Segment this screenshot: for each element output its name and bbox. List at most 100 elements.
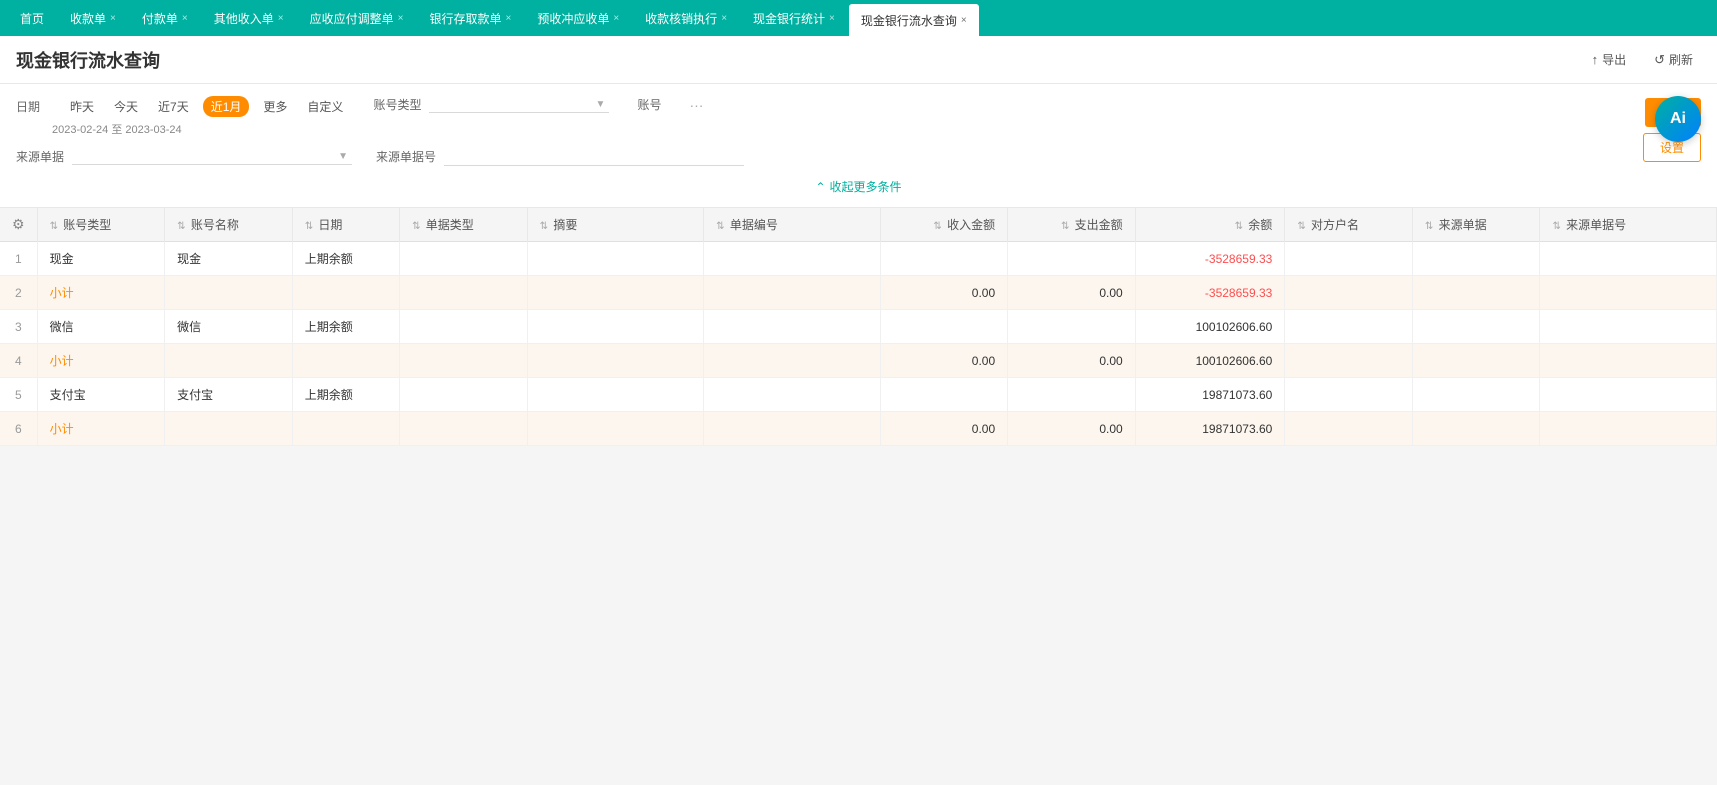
close-tab-5[interactable]: × xyxy=(613,13,619,24)
export-button[interactable]: ↑ 导出 xyxy=(1584,47,1635,72)
account-type-select[interactable]: ▼ xyxy=(429,97,609,113)
close-tab-0[interactable]: × xyxy=(110,13,116,24)
col-account-name[interactable]: ⇅ 账号名称 xyxy=(165,208,293,242)
cell-balance-1: -3528659.33 xyxy=(1135,276,1285,310)
date-btn-yesterday[interactable]: 昨天 xyxy=(64,96,100,117)
col-balance[interactable]: ⇅ 余额 xyxy=(1135,208,1285,242)
source-doc-select[interactable]: ▼ xyxy=(72,149,352,165)
col-counterparty[interactable]: ⇅ 对方户名 xyxy=(1285,208,1413,242)
account-dots[interactable]: ··· xyxy=(685,97,707,113)
cell-account-name-5 xyxy=(165,412,293,446)
table-row: 6 小计 0.00 0.00 19871073.60 xyxy=(0,412,1717,446)
nav-home[interactable]: 首页 xyxy=(8,10,56,27)
cell-account-name-1 xyxy=(165,276,293,310)
table-container: ⚙ ⇅ 账号类型 ⇅ 账号名称 ⇅ 日期 ⇅ 单据类型 xyxy=(0,208,1717,446)
refresh-icon: ↺ xyxy=(1654,52,1665,68)
date-btn-7days[interactable]: 近7天 xyxy=(152,96,195,117)
account-label: 账号 xyxy=(637,96,677,113)
account-type-label: 账号类型 xyxy=(373,96,421,113)
col-expense[interactable]: ⇅ 支出金额 xyxy=(1008,208,1136,242)
cell-num-3: 4 xyxy=(0,344,37,378)
column-settings-icon[interactable]: ⚙ xyxy=(12,216,25,232)
cell-doc-number-3 xyxy=(704,344,880,378)
sort-summary-icon: ⇅ xyxy=(540,221,548,232)
close-tab-4[interactable]: × xyxy=(505,13,511,24)
nav-tab-0[interactable]: 收款单 × xyxy=(58,4,128,32)
cell-summary-5 xyxy=(527,412,703,446)
col-account-type[interactable]: ⇅ 账号类型 xyxy=(37,208,165,242)
nav-tab-1[interactable]: 付款单 × xyxy=(130,4,200,32)
nav-tab-8[interactable]: 现金银行流水查询 × xyxy=(849,4,979,36)
close-tab-1[interactable]: × xyxy=(182,13,188,24)
col-source-doc-num[interactable]: ⇅ 来源单据号 xyxy=(1540,208,1717,242)
cell-date-1 xyxy=(292,276,399,310)
sort-income-icon: ⇅ xyxy=(933,221,941,232)
date-btn-more[interactable]: 更多 xyxy=(257,96,293,117)
cell-summary-3 xyxy=(527,344,703,378)
collapse-up-icon: ⌃ xyxy=(815,180,825,194)
cell-num-1: 2 xyxy=(0,276,37,310)
col-source-doc[interactable]: ⇅ 来源单据 xyxy=(1412,208,1540,242)
cell-doc-type-1 xyxy=(400,276,528,310)
cell-expense-0 xyxy=(1008,242,1136,276)
cell-doc-number-5 xyxy=(704,412,880,446)
cell-counterparty-1 xyxy=(1285,276,1413,310)
cell-counterparty-4 xyxy=(1285,378,1413,412)
cell-summary-2 xyxy=(527,310,703,344)
sort-doc-type-icon: ⇅ xyxy=(412,221,420,232)
table-row: 4 小计 0.00 0.00 100102606.60 xyxy=(0,344,1717,378)
cell-counterparty-0 xyxy=(1285,242,1413,276)
cell-date-4: 上期余额 xyxy=(292,378,399,412)
close-tab-7[interactable]: × xyxy=(829,13,835,24)
cell-expense-3: 0.00 xyxy=(1008,344,1136,378)
cell-source-doc-num-3 xyxy=(1540,344,1717,378)
cell-source-doc-5 xyxy=(1412,412,1540,446)
date-label: 日期 xyxy=(16,98,56,115)
source-doc-label: 来源单据 xyxy=(16,148,64,165)
date-btn-1month[interactable]: 近1月 xyxy=(203,96,250,117)
cell-income-1: 0.00 xyxy=(880,276,1008,310)
nav-tab-3[interactable]: 应收应付调整单 × xyxy=(298,4,416,32)
close-tab-6[interactable]: × xyxy=(721,13,727,24)
col-date[interactable]: ⇅ 日期 xyxy=(292,208,399,242)
ai-assistant-button[interactable]: Ai xyxy=(1655,96,1701,142)
cell-balance-3: 100102606.60 xyxy=(1135,344,1285,378)
collapse-bar[interactable]: ⌃ 收起更多条件 xyxy=(16,174,1701,195)
cell-summary-0 xyxy=(527,242,703,276)
cell-doc-number-1 xyxy=(704,276,880,310)
sort-expense-icon: ⇅ xyxy=(1061,221,1069,232)
col-income[interactable]: ⇅ 收入金额 xyxy=(880,208,1008,242)
cell-summary-1 xyxy=(527,276,703,310)
date-btn-today[interactable]: 今天 xyxy=(108,96,144,117)
table-row: 5 支付宝 支付宝 上期余额 19871073.60 xyxy=(0,378,1717,412)
col-doc-type[interactable]: ⇅ 单据类型 xyxy=(400,208,528,242)
cell-source-doc-0 xyxy=(1412,242,1540,276)
close-tab-8[interactable]: × xyxy=(961,15,967,26)
cell-expense-1: 0.00 xyxy=(1008,276,1136,310)
date-btn-custom[interactable]: 自定义 xyxy=(301,96,349,117)
sort-balance-icon: ⇅ xyxy=(1235,221,1243,232)
refresh-button[interactable]: ↺ 刷新 xyxy=(1646,47,1701,72)
cell-source-doc-3 xyxy=(1412,344,1540,378)
cell-doc-number-4 xyxy=(704,378,880,412)
source-doc-num-input[interactable] xyxy=(444,147,744,166)
nav-tab-5[interactable]: 预收冲应收单 × xyxy=(525,4,631,32)
cell-summary-4 xyxy=(527,378,703,412)
close-tab-2[interactable]: × xyxy=(278,13,284,24)
cell-source-doc-num-1 xyxy=(1540,276,1717,310)
sort-account-name-icon: ⇅ xyxy=(177,221,185,232)
nav-tab-7[interactable]: 现金银行统计 × xyxy=(741,4,847,32)
cell-account-type-4: 支付宝 xyxy=(37,378,165,412)
cell-num-2: 3 xyxy=(0,310,37,344)
col-doc-number[interactable]: ⇅ 单据编号 xyxy=(704,208,880,242)
col-settings[interactable]: ⚙ xyxy=(0,208,37,242)
close-tab-3[interactable]: × xyxy=(398,13,404,24)
nav-tab-4[interactable]: 银行存取款单 × xyxy=(417,4,523,32)
col-summary[interactable]: ⇅ 摘要 xyxy=(527,208,703,242)
nav-tab-2[interactable]: 其他收入单 × xyxy=(202,4,296,32)
cell-counterparty-5 xyxy=(1285,412,1413,446)
cell-expense-2 xyxy=(1008,310,1136,344)
cell-doc-type-5 xyxy=(400,412,528,446)
cell-doc-type-4 xyxy=(400,378,528,412)
nav-tab-6[interactable]: 收款核销执行 × xyxy=(633,4,739,32)
